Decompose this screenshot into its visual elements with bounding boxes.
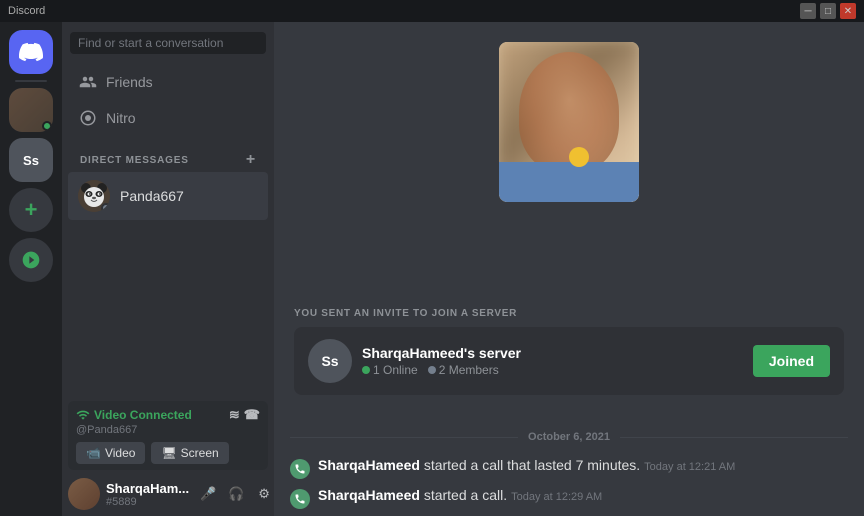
invite-meta: 1 Online 2 Members [362, 363, 743, 377]
dm-section-label: Direct MESSAGES [80, 155, 189, 166]
message-2: SharqaHameed started a call. Today at 12:… [290, 485, 848, 511]
server-ss-icon[interactable]: Ss [9, 138, 53, 182]
panda667-status [101, 203, 110, 212]
headphone-button[interactable]: 🎧 [223, 481, 249, 507]
message-text-2: SharqaHameed started a call. Today at 12:… [318, 487, 602, 503]
video-connected-label: Video Connected [94, 408, 192, 422]
video-icon: 📹 [86, 446, 101, 460]
dm-section: Direct MESSAGES + [62, 136, 274, 397]
bottom-user-section: SharqaHam... #5889 🎤 🎧 ⚙ [62, 472, 274, 516]
message-text-1: SharqaHameed started a call that lasted … [318, 457, 735, 473]
bottom-user-avatar [68, 478, 100, 510]
members-indicator: 2 Members [428, 363, 499, 377]
chat-messages: October 6, 2021 SharqaHameed started a c… [274, 411, 864, 516]
dm-add-button[interactable]: + [246, 152, 256, 168]
nav-item-nitro[interactable]: Nitro [70, 100, 266, 136]
video-yellow-dot [569, 147, 589, 167]
screen-icon: 🖥 [161, 446, 176, 460]
title-bar-left: Discord [8, 5, 45, 17]
online-dot [362, 366, 370, 374]
minimize-button[interactable]: ─ [800, 3, 816, 19]
server-rail: Ss + [0, 22, 62, 516]
search-bar [62, 22, 274, 64]
chat-area: YOU SENT AN INVITE TO JOIN A SERVER Ss S… [274, 22, 864, 516]
nav-item-friends[interactable]: Friends [70, 64, 266, 100]
call-icon-1 [290, 459, 310, 479]
message-time-2: Today at 12:29 AM [511, 491, 602, 503]
search-input[interactable] [78, 36, 258, 50]
add-server-button[interactable]: + [9, 188, 53, 232]
phone-icon[interactable]: ☎ [244, 407, 260, 423]
invite-info: SharqaHameed's server 1 Online 2 Members [362, 345, 743, 377]
call-icon-2 [290, 489, 310, 509]
invite-server-icon: Ss [308, 339, 352, 383]
nitro-label: Nitro [106, 110, 136, 126]
friends-label: Friends [106, 74, 153, 90]
online-indicator: 1 Online [362, 363, 418, 377]
video-connected-section: Video Connected ≋ ☎ @Panda667 📹 Video 🖥 … [68, 401, 268, 470]
dm-sidebar: Friends Nitro Direct MESSAGES + [62, 22, 274, 516]
title-bar: Discord ─ □ ✕ [0, 0, 864, 22]
message-user-2: SharqaHameed [318, 487, 420, 503]
waveform-icon[interactable]: ≋ [229, 407, 240, 423]
main-layout: Ss + Fr [0, 22, 864, 516]
bottom-user-name: SharqaHam... [106, 481, 189, 496]
discover-icon[interactable] [9, 238, 53, 282]
video-connected-status: Video Connected ≋ ☎ [76, 407, 260, 423]
search-input-wrap[interactable] [70, 32, 266, 54]
message-user-1: SharqaHameed [318, 457, 420, 473]
video-placeholder [499, 42, 639, 202]
message-1: SharqaHameed started a call that lasted … [290, 455, 848, 481]
close-button[interactable]: ✕ [840, 3, 856, 19]
signal-icon [76, 408, 90, 422]
dm-user-panda667[interactable]: Panda667 [68, 172, 268, 220]
nav-items: Friends Nitro [62, 64, 274, 136]
title-bar-controls: ─ □ ✕ [800, 3, 856, 19]
members-dot [428, 366, 436, 374]
title-bar-title: Discord [8, 5, 45, 17]
status-dot [42, 121, 52, 131]
panda667-name: Panda667 [120, 188, 184, 204]
user-avatar-icon[interactable] [9, 88, 53, 132]
video-area [274, 22, 864, 292]
invite-section: YOU SENT AN INVITE TO JOIN A SERVER Ss S… [274, 292, 864, 411]
joined-button[interactable]: Joined [753, 345, 830, 377]
message-content-1: started a call that lasted 7 minutes. [420, 457, 640, 473]
dm-section-header: Direct MESSAGES + [62, 136, 274, 172]
date-line-right [620, 437, 848, 438]
panda667-avatar [78, 180, 110, 212]
date-text: October 6, 2021 [528, 431, 610, 443]
invite-card: Ss SharqaHameed's server 1 Online 2 Memb… [294, 327, 844, 395]
video-button[interactable]: 📹 Video [76, 442, 145, 464]
maximize-button[interactable]: □ [820, 3, 836, 19]
invite-label: YOU SENT AN INVITE TO JOIN A SERVER [294, 308, 844, 319]
friends-icon [78, 72, 98, 92]
mic-button[interactable]: 🎤 [195, 481, 221, 507]
screen-button[interactable]: 🖥 Screen [151, 442, 228, 464]
server-separator [15, 80, 47, 82]
date-divider: October 6, 2021 [290, 431, 848, 443]
nitro-icon [78, 108, 98, 128]
bottom-user-tag: #5889 [106, 496, 189, 508]
user-controls: 🎤 🎧 ⚙ [195, 481, 277, 507]
bottom-user-info: SharqaHam... #5889 [106, 481, 189, 508]
status-user-label: @Panda667 [76, 424, 260, 436]
discord-home-icon[interactable] [9, 30, 53, 74]
invite-server-name: SharqaHameed's server [362, 345, 743, 361]
message-content-2: started a call. [420, 487, 507, 503]
video-shirt [499, 162, 639, 202]
status-actions: 📹 Video 🖥 Screen [76, 442, 260, 464]
message-time-1: Today at 12:21 AM [644, 461, 735, 473]
date-line-left [290, 437, 518, 438]
